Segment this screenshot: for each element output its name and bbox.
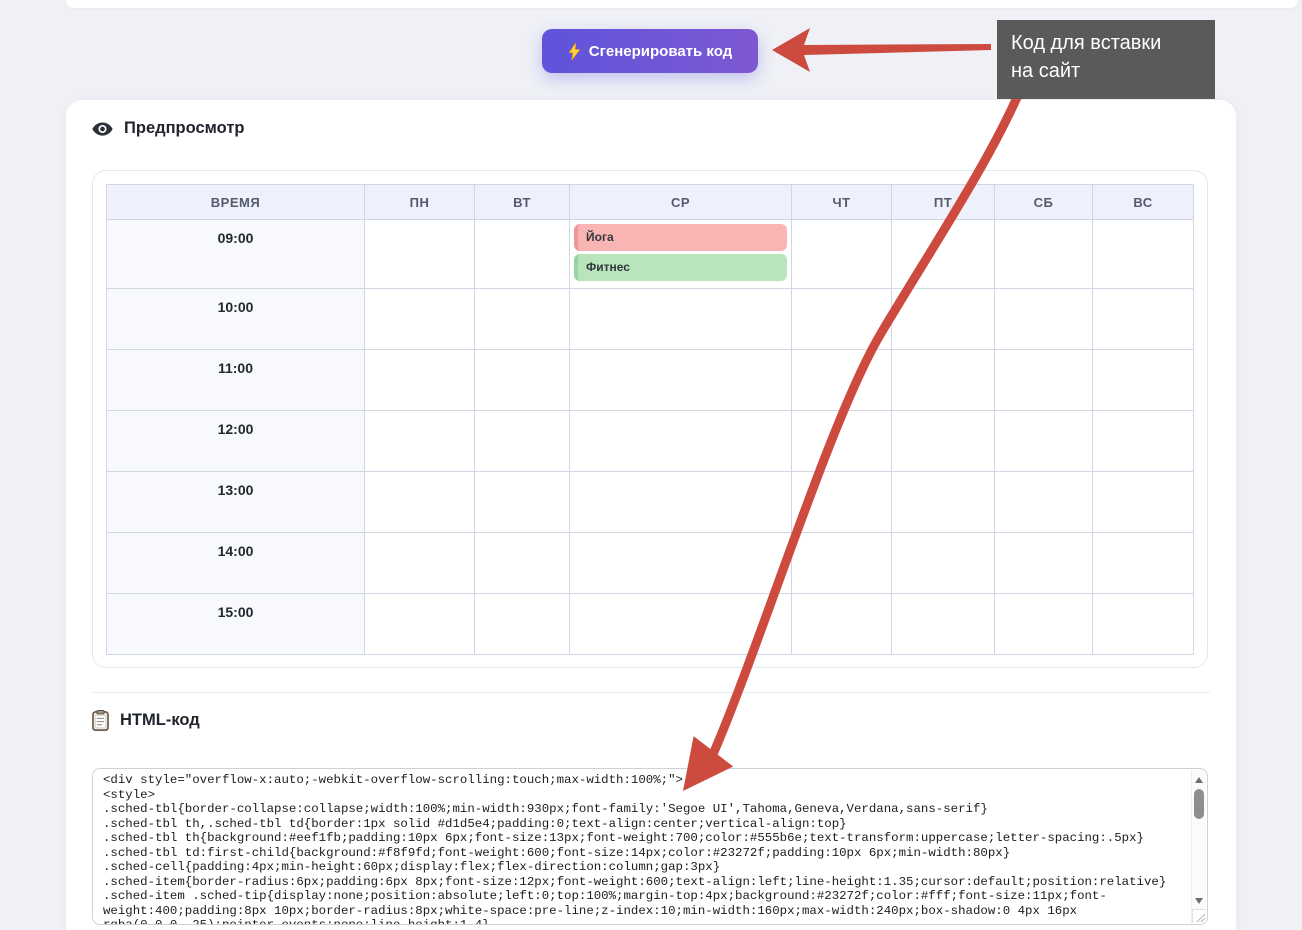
lightning-icon (568, 42, 581, 60)
time-cell: 15:00 (106, 593, 365, 655)
day-cell (791, 532, 892, 594)
day-cell (569, 593, 792, 655)
scrollbar-thumb[interactable] (1194, 789, 1204, 819)
table-row: 13:00 (106, 471, 1194, 533)
code-section-heading: HTML-код (92, 710, 200, 731)
day-cell (994, 593, 1093, 655)
day-cell (569, 471, 792, 533)
column-header: ПН (364, 184, 475, 220)
day-cell (994, 471, 1093, 533)
column-header: ПТ (891, 184, 995, 220)
day-cell (891, 349, 995, 411)
day-cell (891, 410, 995, 472)
schedule-body: 09:00 Йога Фитнес 10:00 11:00 12:00 13:00 14:00… (106, 219, 1194, 655)
day-cell (364, 593, 475, 655)
day-cell (1092, 288, 1194, 350)
eye-icon (92, 121, 113, 136)
day-cell (474, 410, 570, 472)
html-code-field[interactable]: <div style="overflow-x:auto;-webkit-over… (92, 768, 1208, 925)
clipboard-icon (92, 710, 109, 731)
day-cell (891, 288, 995, 350)
day-cell (994, 288, 1093, 350)
schedule-event[interactable]: Фитнес (574, 254, 787, 282)
annotation-tooltip-text: Код для вставки на сайт (1011, 32, 1162, 82)
day-cell (1092, 410, 1194, 472)
day-cell (474, 593, 570, 655)
day-cell (791, 410, 892, 472)
time-cell: 09:00 (106, 219, 365, 289)
generate-code-button-label: Сгенерировать код (588, 42, 733, 60)
day-cell (791, 471, 892, 533)
day-cell (891, 471, 995, 533)
table-row: 12:00 (106, 410, 1194, 472)
column-header: СБ (994, 184, 1093, 220)
main-card: Предпросмотр ВРЕМЯ ПН ВТ СР ЧТ ПТ СБ ВС 09:00 Йо… (66, 100, 1236, 930)
arrow-to-button (772, 28, 991, 72)
table-row: 15:00 (106, 593, 1194, 655)
table-row: 14:00 (106, 532, 1194, 594)
scrollbar-track[interactable] (1191, 770, 1206, 923)
day-cell (1092, 219, 1194, 289)
day-cell (1092, 471, 1194, 533)
table-row: 11:00 (106, 349, 1194, 411)
column-header: СР (569, 184, 792, 220)
day-cell (364, 219, 475, 289)
preview-heading-label: Предпросмотр (124, 119, 245, 137)
day-cell: Йога Фитнес (569, 219, 792, 289)
day-cell (474, 349, 570, 411)
day-cell (791, 288, 892, 350)
column-header: ВТ (474, 184, 570, 220)
section-divider (92, 692, 1210, 693)
day-cell (474, 219, 570, 289)
time-cell: 11:00 (106, 349, 365, 411)
day-cell (474, 471, 570, 533)
column-header: ВРЕМЯ (106, 184, 365, 220)
html-code-text[interactable]: <div style="overflow-x:auto;-webkit-over… (103, 773, 1190, 924)
schedule-event[interactable]: Йога (574, 224, 787, 252)
day-cell (791, 219, 892, 289)
day-cell (364, 532, 475, 594)
time-cell: 13:00 (106, 471, 365, 533)
day-cell (1092, 349, 1194, 411)
day-cell (569, 288, 792, 350)
time-cell: 12:00 (106, 410, 365, 472)
resize-grip-icon[interactable] (1192, 909, 1206, 923)
code-heading-label: HTML-код (120, 711, 200, 729)
day-cell (891, 593, 995, 655)
day-cell (891, 219, 995, 289)
previous-card-bottom-edge (66, 0, 1298, 8)
day-cell (474, 532, 570, 594)
annotation-tooltip: Код для вставки на сайт (997, 20, 1215, 99)
scrollbar-up-arrow-icon[interactable] (1195, 777, 1203, 783)
day-cell (569, 349, 792, 411)
day-cell (791, 593, 892, 655)
schedule-table: ВРЕМЯ ПН ВТ СР ЧТ ПТ СБ ВС 09:00 Йога Фитнес 10:00… (106, 184, 1194, 655)
day-cell (364, 471, 475, 533)
column-header: ВС (1092, 184, 1194, 220)
day-cell (474, 288, 570, 350)
preview-section-heading: Предпросмотр (92, 119, 245, 138)
time-cell: 10:00 (106, 288, 365, 350)
schedule-preview-panel: ВРЕМЯ ПН ВТ СР ЧТ ПТ СБ ВС 09:00 Йога Фитнес 10:00… (92, 170, 1208, 668)
day-cell (364, 349, 475, 411)
day-cell (791, 349, 892, 411)
day-cell (994, 410, 1093, 472)
day-cell (569, 410, 792, 472)
schedule-header-row: ВРЕМЯ ПН ВТ СР ЧТ ПТ СБ ВС (106, 184, 1194, 220)
day-cell (364, 410, 475, 472)
column-header: ЧТ (791, 184, 892, 220)
time-cell: 14:00 (106, 532, 365, 594)
generate-code-button[interactable]: Сгенерировать код (542, 29, 758, 73)
day-cell (891, 532, 995, 594)
day-cell (994, 349, 1093, 411)
day-cell (994, 532, 1093, 594)
day-cell (994, 219, 1093, 289)
day-cell (364, 288, 475, 350)
day-cell (569, 532, 792, 594)
table-row: 10:00 (106, 288, 1194, 350)
day-cell (1092, 532, 1194, 594)
table-row: 09:00 Йога Фитнес (106, 219, 1194, 289)
day-cell (1092, 593, 1194, 655)
scrollbar-down-arrow-icon[interactable] (1195, 898, 1203, 904)
